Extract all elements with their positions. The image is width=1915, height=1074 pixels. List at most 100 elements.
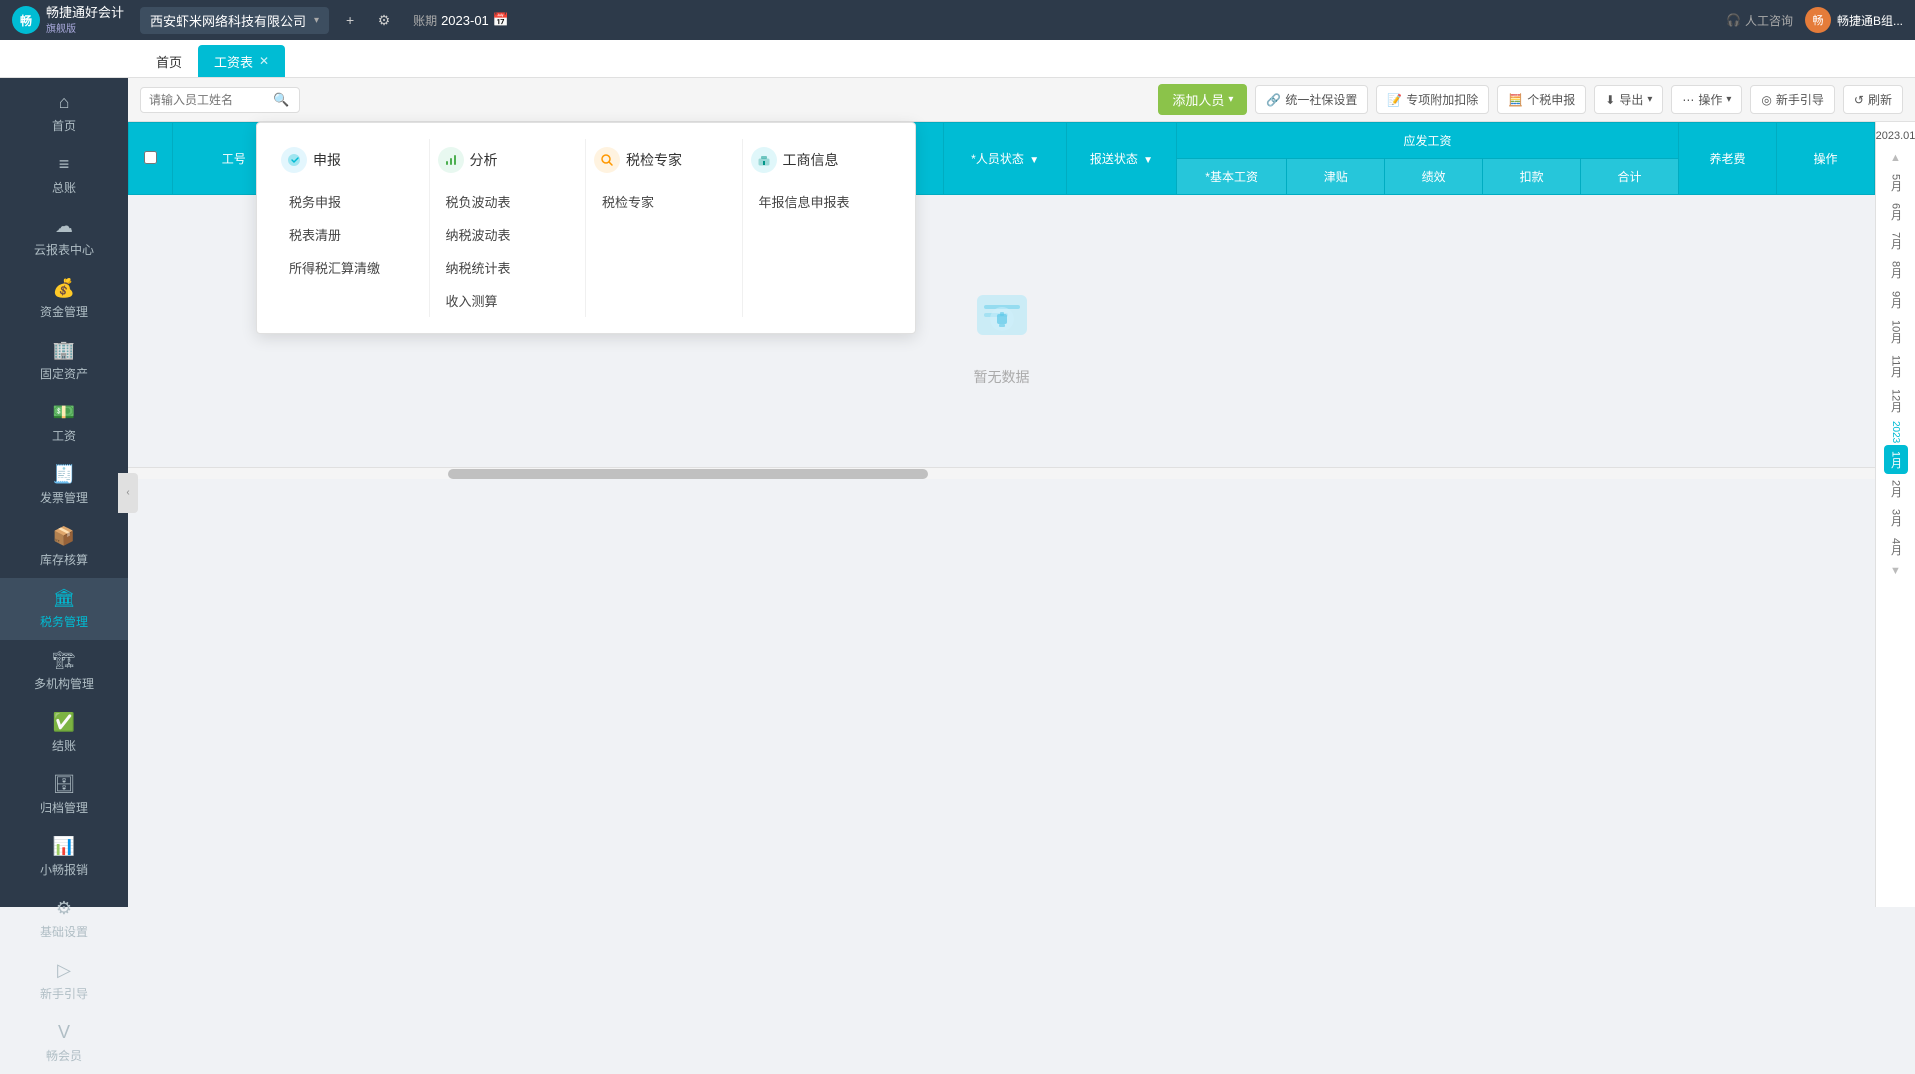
content-area: 🔍 添加人员 ▾ 🔗 统一社保设置 📝 专项附加扣除 🧮 个税申报 ⬇ 导出 xyxy=(128,78,1915,907)
operations-button[interactable]: ⋯ 操作 ▾ xyxy=(1671,85,1742,114)
tax-report-icon: 🧮 xyxy=(1508,93,1523,107)
month-2[interactable]: 2月 xyxy=(1884,474,1908,503)
th-total: 合计 xyxy=(1581,159,1679,195)
logo-text-wrap: 畅捷通好会计 旗舰版 xyxy=(46,5,124,36)
dropdown-item-annual-report[interactable]: 年报信息申报表 xyxy=(751,185,892,218)
th-pension: 养老费 xyxy=(1678,123,1776,195)
logo-area: 畅 畅捷通好会计 旗舰版 xyxy=(12,5,124,36)
calendar-icon[interactable]: 📅 xyxy=(493,12,509,28)
sidebar-item-settings[interactable]: ⚙ 基础设置 xyxy=(0,888,128,950)
guide-button[interactable]: ◎ 新手引导 xyxy=(1750,85,1835,114)
sidebar-label-archive: 归档管理 xyxy=(40,799,88,816)
sidebar-item-report[interactable]: 📊 小畅报销 xyxy=(0,826,128,888)
logo-icon: 畅 xyxy=(12,6,40,34)
month-9[interactable]: 9月 xyxy=(1884,285,1908,314)
top-bar: 畅 畅捷通好会计 旗舰版 西安虾米网络科技有限公司 ▾ + ⚙ 账期 2023-… xyxy=(0,0,1915,40)
dropdown-item-income-tax[interactable]: 所得税汇算清缴 xyxy=(281,251,421,284)
sidebar-item-archive[interactable]: 🗄 归档管理 xyxy=(0,764,128,826)
sidebar-collapse-button[interactable]: ‹ xyxy=(118,473,138,513)
sidebar-item-ledger[interactable]: ≡ 总账 xyxy=(0,144,128,206)
sidebar-label-report: 小畅报销 xyxy=(40,861,88,878)
tax-report-button[interactable]: 🧮 个税申报 xyxy=(1497,85,1586,114)
salary-icon: 💵 xyxy=(53,402,75,423)
horizontal-scrollbar[interactable] xyxy=(128,467,1875,479)
select-all-checkbox[interactable] xyxy=(144,151,157,164)
ops-arrow-icon: ▾ xyxy=(1726,94,1731,105)
status-filter-icon[interactable]: ▼ xyxy=(1029,155,1039,166)
sidebar-label-inventory: 库存核算 xyxy=(40,551,88,568)
user-info[interactable]: 畅 畅捷通B组... xyxy=(1805,7,1903,33)
export-arrow-icon: ▾ xyxy=(1647,94,1652,105)
top-bar-actions: + ⚙ xyxy=(337,7,397,33)
sidebar-label-tax: 税务管理 xyxy=(40,613,88,630)
sidebar-item-tax[interactable]: 🏛 税务管理 xyxy=(0,578,128,640)
dropdown-section-business: 工商信息 年报信息申报表 xyxy=(743,139,900,317)
add-person-button[interactable]: 添加人员 ▾ xyxy=(1158,84,1247,115)
add-button[interactable]: + xyxy=(337,7,363,33)
month-11[interactable]: 11月 xyxy=(1884,349,1908,383)
month-12[interactable]: 12月 xyxy=(1884,383,1908,418)
scroll-down-button[interactable]: ▼ xyxy=(1886,561,1905,581)
sidebar-item-funds[interactable]: 💰 资金管理 xyxy=(0,268,128,330)
tab-close-icon[interactable]: ✕ xyxy=(259,54,269,68)
sidebar-item-multi-org[interactable]: 🏗 多机构管理 xyxy=(0,640,128,702)
company-selector[interactable]: 西安虾米网络科技有限公司 ▾ xyxy=(140,7,329,34)
analysis-title: 分析 xyxy=(470,150,498,170)
period-label: 账期 xyxy=(413,12,437,29)
social-security-icon: 🔗 xyxy=(1266,93,1281,107)
service-button[interactable]: 🎧 人工咨询 xyxy=(1726,12,1793,29)
refresh-button[interactable]: ↺ 刷新 xyxy=(1843,85,1903,114)
sidebar-label-salary: 工资 xyxy=(52,427,76,444)
month-1[interactable]: 1月 xyxy=(1884,445,1908,474)
empty-text: 暂无数据 xyxy=(974,367,1030,387)
scroll-thumb[interactable] xyxy=(448,469,928,479)
month-6[interactable]: 6月 xyxy=(1884,197,1908,226)
sidebar-item-salary[interactable]: 💵 工资 xyxy=(0,392,128,454)
tab-home[interactable]: 首页 xyxy=(140,45,198,77)
settings-icon: ⚙ xyxy=(56,898,72,919)
fixed-assets-icon: 🏢 xyxy=(53,340,75,361)
sidebar-item-fixed-assets[interactable]: 🏢 固定资产 xyxy=(0,330,128,392)
month-4[interactable]: 4月 xyxy=(1884,532,1908,561)
special-deduction-button[interactable]: 📝 专项附加扣除 xyxy=(1376,85,1489,114)
special-deduction-icon: 📝 xyxy=(1387,93,1402,107)
sidebar-item-member[interactable]: V 畅会员 xyxy=(0,1012,128,1074)
tab-salary[interactable]: 工资表 ✕ xyxy=(198,45,285,77)
dropdown-section-declaration: 申报 税务申报 税表清册 所得税汇算清缴 xyxy=(273,139,430,317)
month-3[interactable]: 3月 xyxy=(1884,503,1908,532)
sidebar-item-invoices[interactable]: 🧾 发票管理 xyxy=(0,454,128,516)
app-title: 畅捷通好会计 xyxy=(46,5,124,21)
dropdown-item-tax-stats[interactable]: 纳税统计表 xyxy=(438,251,578,284)
month-5[interactable]: 5月 xyxy=(1884,168,1908,197)
user-avatar: 畅 xyxy=(1805,7,1831,33)
dropdown-item-tax-form[interactable]: 税表清册 xyxy=(281,218,421,251)
dropdown-item-tax-burden[interactable]: 税负波动表 xyxy=(438,185,578,218)
dropdown-item-income-forecast[interactable]: 收入测算 xyxy=(438,284,578,317)
report-icon: 📊 xyxy=(53,836,75,857)
export-button[interactable]: ⬇ 导出 ▾ xyxy=(1594,85,1663,114)
sidebar-item-cloud-report[interactable]: ☁ 云报表中心 xyxy=(0,206,128,268)
social-security-button[interactable]: 🔗 统一社保设置 xyxy=(1255,85,1368,114)
guide-toolbar-icon: ◎ xyxy=(1761,93,1771,107)
sidebar-item-guide[interactable]: ▷ 新手引导 xyxy=(0,950,128,1012)
dropdown-item-tax-expert[interactable]: 税检专家 xyxy=(594,185,734,218)
search-input[interactable] xyxy=(149,93,269,107)
dropdown-item-tax-wave[interactable]: 纳税波动表 xyxy=(438,218,578,251)
sidebar-item-inventory[interactable]: 📦 库存核算 xyxy=(0,516,128,578)
settings-button[interactable]: ⚙ xyxy=(371,7,397,33)
declaration-title: 申报 xyxy=(313,150,341,170)
th-operations: 操作 xyxy=(1776,123,1874,195)
report-filter-icon[interactable]: ▼ xyxy=(1143,155,1153,166)
refresh-icon: ↺ xyxy=(1854,93,1864,107)
sidebar-label-member: 畅会员 xyxy=(46,1047,82,1064)
month-8[interactable]: 8月 xyxy=(1884,255,1908,284)
sidebar-item-closing[interactable]: ✅ 结账 xyxy=(0,702,128,764)
service-label: 人工咨询 xyxy=(1745,12,1793,29)
user-name: 畅捷通B组... xyxy=(1837,12,1903,29)
chevron-down-icon: ▾ xyxy=(314,15,319,26)
dropdown-item-tax-declaration[interactable]: 税务申报 xyxy=(281,185,421,218)
month-10[interactable]: 10月 xyxy=(1884,314,1908,349)
scroll-up-button[interactable]: ▲ xyxy=(1886,148,1905,168)
month-7[interactable]: 7月 xyxy=(1884,226,1908,255)
sidebar-item-home[interactable]: ⌂ 首页 xyxy=(0,82,128,144)
